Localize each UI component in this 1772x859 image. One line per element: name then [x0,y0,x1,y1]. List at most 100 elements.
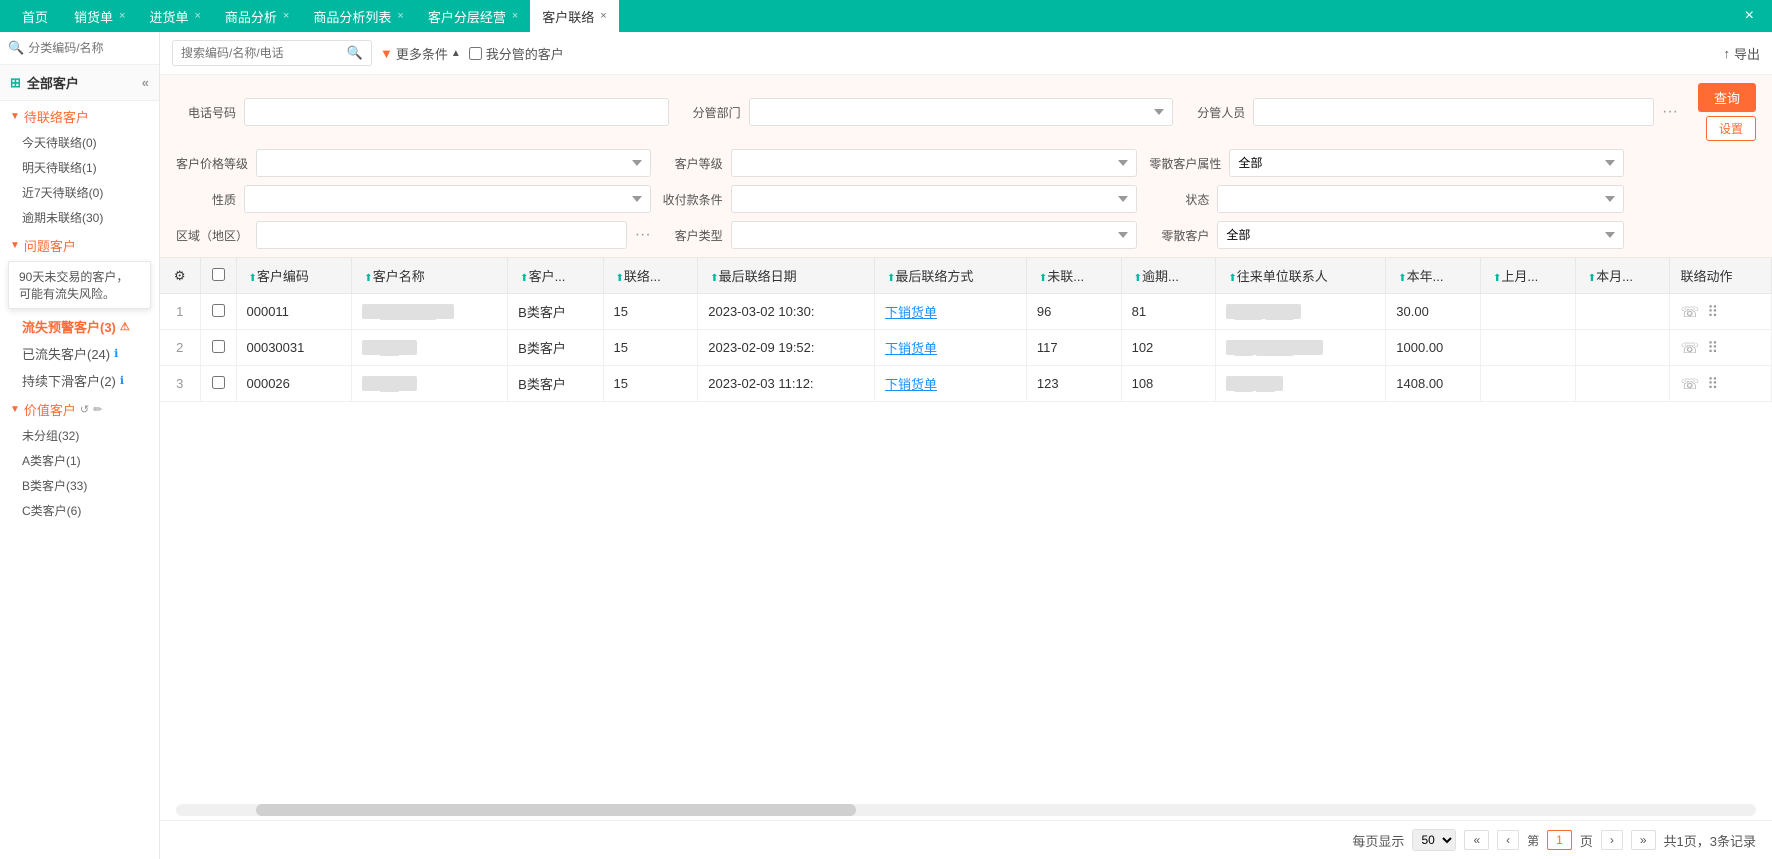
filter-staff: 分管人员 ··· [1185,98,1678,126]
filter-row-2: 客户价格等级 客户等级 零散客户属性 全部 [176,149,1756,177]
row-customer-type: B类客户 [508,294,603,330]
nav-tab-customer-tier[interactable]: 客户分层经营 × [416,0,530,32]
sidebar-group-pending[interactable]: ▼ 待联络客户 [0,101,159,130]
nav-tab-home[interactable]: 首页 [8,0,62,32]
filter-status-select[interactable] [1217,185,1624,213]
col-customer-code[interactable]: ⬆客户编码 [236,258,352,294]
action-contact-icon[interactable]: ☏ [1680,303,1699,321]
close-customer-tier-tab-icon[interactable]: × [512,10,518,22]
filter-zero-attr-select[interactable]: 全部 [1229,149,1624,177]
row-checkbox[interactable] [212,340,225,353]
sidebar-item-today[interactable]: 今天待联络(0) [0,130,159,155]
query-button[interactable]: 查询 [1698,83,1756,112]
col-unit-contact[interactable]: ⬆往来单位联系人 [1216,258,1386,294]
sidebar-item-tomorrow[interactable]: 明天待联络(1) [0,155,159,180]
row-customer-code: 00030031 [236,330,352,366]
filter-department-select[interactable] [749,98,1174,126]
row-actions: ☏ ⠿ [1670,330,1772,366]
settings-button[interactable]: 设置 [1706,116,1756,141]
sidebar-item-churn-warning[interactable]: 流失预警客户(3) ⚠ [0,313,159,340]
col-overdue[interactable]: ⬆逾期... [1121,258,1216,294]
close-customer-contact-tab-icon[interactable]: × [600,10,606,22]
row-last-method: 下销货单 [874,294,1026,330]
row-last-method-link[interactable]: 下销货单 [885,377,937,392]
toolbar-search-input[interactable] [181,46,347,60]
nav-tab-purchase[interactable]: 进货单 × [137,0,212,32]
row-checkbox[interactable] [212,376,225,389]
close-analysis-tab-icon[interactable]: × [283,10,289,22]
sidebar-item-a-class[interactable]: A类客户(1) [0,448,159,473]
nav-tab-customer-contact[interactable]: 客户联络 × [530,0,618,32]
filter-staff-input[interactable] [1253,98,1654,126]
filter-area-more-icon[interactable]: ··· [635,226,651,244]
arrow-down-icon-3: ▼ [10,404,20,415]
scrollbar-thumb[interactable] [256,804,856,816]
nav-tab-sales[interactable]: 销货单 × [62,0,137,32]
edit-icon[interactable]: ✏ [93,403,102,416]
table-settings-col[interactable]: ⚙ [160,258,200,294]
prev-page-button[interactable]: ‹ [1497,830,1519,850]
sidebar-item-7days[interactable]: 近7天待联络(0) [0,180,159,205]
sidebar-item-c-class[interactable]: C类客户(6) [0,498,159,523]
toolbar-search-button[interactable]: 🔍 [347,45,363,61]
close-analysis-list-tab-icon[interactable]: × [397,10,403,22]
nav-tab-analysis-list[interactable]: 商品分析列表 × [301,0,415,32]
next-page-button[interactable]: › [1601,830,1623,850]
refresh-icon[interactable]: ↺ [80,403,89,416]
first-page-button[interactable]: « [1464,830,1489,850]
col-customer-name[interactable]: ⬆客户名称 [352,258,508,294]
col-this-year[interactable]: ⬆本年... [1386,258,1481,294]
filter-zero-customer-select[interactable]: 全部 [1217,221,1624,249]
sidebar-all-customers[interactable]: ⊞ 全部客户 « [0,65,159,101]
sidebar-item-declining[interactable]: 持续下滑客户(2) ℹ [0,367,159,394]
row-last-method-link[interactable]: 下销货单 [885,341,937,356]
filter-staff-more-icon[interactable]: ··· [1662,103,1678,121]
col-customer-type[interactable]: ⬆客户... [508,258,603,294]
more-conditions-button[interactable]: ▼ 更多条件 ▲ [380,44,461,63]
action-contact-icon[interactable]: ☏ [1680,375,1699,393]
col-this-month[interactable]: ⬆本月... [1575,258,1670,294]
last-page-button[interactable]: » [1631,830,1656,850]
col-last-method[interactable]: ⬆最后联络方式 [874,258,1026,294]
sidebar-group-value[interactable]: ▼ 价值客户 ↺ ✏ [0,394,159,423]
row-checkbox[interactable] [212,304,225,317]
filter-price-level-select[interactable] [256,149,651,177]
action-more-icon[interactable]: ⠿ [1707,303,1718,321]
filter-phone-input[interactable] [244,98,669,126]
row-unlinked: 96 [1026,294,1121,330]
filter-customer-type-select[interactable] [731,221,1138,249]
my-customers-checkbox-area: 我分管的客户 [469,44,564,63]
filter-gender-select[interactable] [244,185,651,213]
sidebar-item-churned[interactable]: 已流失客户(24) ℹ [0,340,159,367]
table-select-all-checkbox[interactable] [212,268,225,281]
col-unlinked[interactable]: ⬆未联... [1026,258,1121,294]
action-more-icon[interactable]: ⠿ [1707,339,1718,357]
close-sales-tab-icon[interactable]: × [119,10,125,22]
per-page-select[interactable]: 50 [1412,829,1456,851]
close-app-icon[interactable]: × [1735,7,1764,25]
sidebar-group-problem[interactable]: ▼ 问题客户 [0,230,159,259]
warning-icon: ⚠ [120,320,130,333]
sidebar-collapse-icon[interactable]: « [142,75,149,90]
sidebar-item-overdue[interactable]: 逾期未联络(30) [0,205,159,230]
col-last-date[interactable]: ⬆最后联络日期 [698,258,875,294]
filter-row-3: 性质 收付款条件 状态 [176,185,1756,213]
close-purchase-tab-icon[interactable]: × [194,10,200,22]
row-last-date: 2023-03-02 10:30: [698,294,875,330]
filter-payment-select[interactable] [731,185,1138,213]
sidebar-item-ungroup[interactable]: 未分组(32) [0,423,159,448]
sidebar-search-input[interactable] [28,41,151,55]
filter-customer-level-select[interactable] [731,149,1138,177]
horizontal-scrollbar[interactable] [176,804,1756,816]
row-last-method-link[interactable]: 下销货单 [885,305,937,320]
row-last-date: 2023-02-09 19:52: [698,330,875,366]
filter-area-input[interactable] [256,221,627,249]
my-customers-checkbox[interactable] [469,47,482,60]
export-button[interactable]: ↑ 导出 [1723,44,1760,63]
action-contact-icon[interactable]: ☏ [1680,339,1699,357]
sidebar-item-b-class[interactable]: B类客户(33) [0,473,159,498]
col-contact[interactable]: ⬆联络... [603,258,698,294]
col-last-month[interactable]: ⬆上月... [1481,258,1576,294]
nav-tab-analysis[interactable]: 商品分析 × [213,0,301,32]
action-more-icon[interactable]: ⠿ [1707,375,1718,393]
